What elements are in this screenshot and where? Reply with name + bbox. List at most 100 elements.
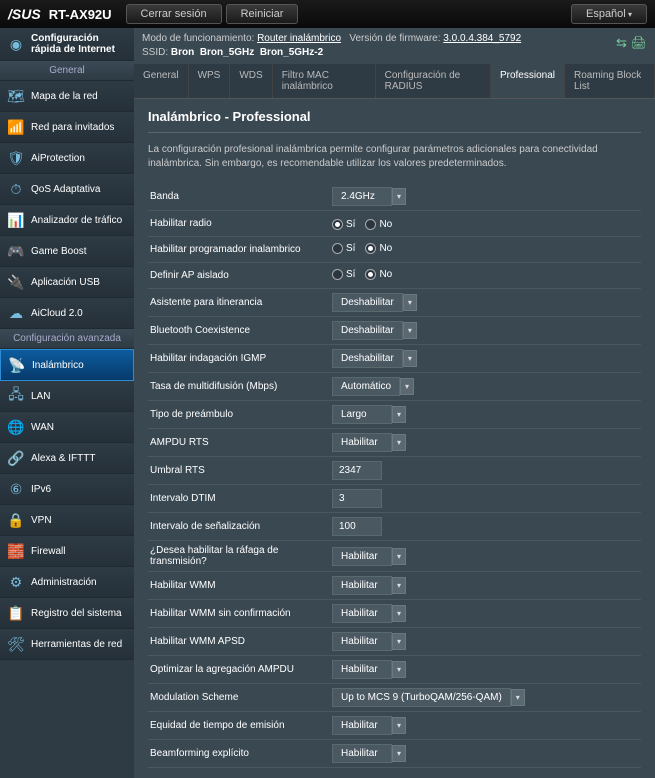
- sidebar-item-label: Mapa de la red: [31, 91, 98, 102]
- form-row: Definir AP aisladoSíNo: [148, 263, 641, 289]
- sidebar-icon: 🖧: [6, 386, 26, 406]
- radio-yes[interactable]: Sí: [332, 219, 355, 230]
- sidebar-item-game-boost[interactable]: 🎮Game Boost: [0, 236, 134, 267]
- field-label: Beamforming explícito: [148, 748, 332, 759]
- form-row: Intervalo DTIM: [148, 485, 641, 513]
- select-habilitar-wmm-apsd[interactable]: Habilitar▾: [332, 632, 406, 651]
- sidebar-item-firewall[interactable]: 🧱Firewall: [0, 536, 134, 567]
- select-equidad-de-tiempo-de-emisi-n[interactable]: Habilitar▾: [332, 716, 406, 735]
- select-bluetooth-coexistence[interactable]: Deshabilitar▾: [332, 321, 417, 340]
- sidebar-item-vpn[interactable]: 🔒VPN: [0, 505, 134, 536]
- sidebar-quick-setup[interactable]: ◉ Configuración rápida de Internet: [0, 28, 134, 61]
- sidebar-item-label: Inalámbrico: [32, 360, 84, 371]
- sidebar-item-herramientas-de-red[interactable]: 🛠Herramientas de red: [0, 629, 134, 660]
- radio-icon: [365, 269, 376, 280]
- form-row: Equidad de tiempo de emisiónHabilitar▾: [148, 712, 641, 740]
- globe-icon: ◉: [6, 34, 26, 54]
- reboot-button[interactable]: Reiniciar: [226, 4, 299, 24]
- radio-no[interactable]: No: [365, 243, 392, 254]
- tab-general[interactable]: General: [134, 64, 189, 98]
- tab-configuración-de-radius[interactable]: Configuración de RADIUS: [376, 64, 491, 98]
- sidebar-icon: ⑥: [6, 479, 26, 499]
- select-modulation-scheme[interactable]: Up to MCS 9 (TurboQAM/256-QAM)▾: [332, 688, 525, 707]
- tab-wps[interactable]: WPS: [189, 64, 231, 98]
- sidebar-item-aiprotection[interactable]: 🛡AiProtection: [0, 143, 134, 174]
- select--desea-habilitar-la-r-faga-de-transmisi-n-[interactable]: Habilitar▾: [332, 547, 406, 566]
- select-optimizar-la-agregaci-n-ampdu[interactable]: Habilitar▾: [332, 660, 406, 679]
- radio-yes[interactable]: Sí: [332, 269, 355, 280]
- select-ampdu-rts[interactable]: Habilitar▾: [332, 433, 406, 452]
- topbar: /SUS RT-AX92U Cerrar sesión Reiniciar Es…: [0, 0, 655, 28]
- chevron-down-icon: ▾: [392, 406, 406, 423]
- sidebar-item-red-para-invitados[interactable]: 📶Red para invitados: [0, 112, 134, 143]
- sidebar-item-wan[interactable]: 🌐WAN: [0, 412, 134, 443]
- sidebar-item-aicloud-2.0[interactable]: ☁AiCloud 2.0: [0, 298, 134, 329]
- ssid-2: Bron_5GHz: [200, 47, 254, 58]
- form-row: Umbral RTS: [148, 457, 641, 485]
- radio-icon: [365, 243, 376, 254]
- chevron-down-icon: ▾: [392, 661, 406, 678]
- sidebar-item-lan[interactable]: 🖧LAN: [0, 381, 134, 412]
- sidebar-item-mapa-de-la-red[interactable]: 🗺Mapa de la red: [0, 81, 134, 112]
- sidebar: ◉ Configuración rápida de Internet Gener…: [0, 28, 134, 778]
- chevron-down-icon: ▾: [392, 548, 406, 565]
- text-input-intervalo-de-se-alizaci-n[interactable]: [332, 517, 382, 536]
- select-value: Habilitar: [332, 547, 392, 566]
- field-label: AMPDU RTS: [148, 437, 332, 448]
- mode-label: Modo de funcionamiento:: [142, 33, 254, 44]
- sidebar-icon: ⏱: [6, 179, 26, 199]
- tab-roaming-block-list[interactable]: Roaming Block List: [565, 64, 655, 98]
- language-button[interactable]: Español: [571, 4, 647, 24]
- select-tasa-de-multidifusi-n-mbps-[interactable]: Automático▾: [332, 377, 414, 396]
- sidebar-item-alexa-&-ifttt[interactable]: 🔗Alexa & IFTTT: [0, 443, 134, 474]
- sidebar-item-registro-del-sistema[interactable]: 📋Registro del sistema: [0, 598, 134, 629]
- sidebar-header-advanced: Configuración avanzada: [0, 329, 134, 349]
- select-habilitar-indagaci-n-igmp[interactable]: Deshabilitar▾: [332, 349, 417, 368]
- model-name: RT-AX92U: [49, 7, 112, 22]
- radio-no[interactable]: No: [365, 269, 392, 280]
- tab-filtro-mac-inalámbrico[interactable]: Filtro MAC inalámbrico: [273, 64, 376, 98]
- tab-professional[interactable]: Professional: [491, 64, 565, 98]
- form-row: Habilitar programador inalambricoSíNo: [148, 237, 641, 263]
- radio-icon: [332, 243, 343, 254]
- sidebar-item-label: AiProtection: [31, 153, 85, 164]
- sidebar-icon: 🌐: [6, 417, 26, 437]
- radio-icon: [365, 219, 376, 230]
- select-asistente-para-itinerancia[interactable]: Deshabilitar▾: [332, 293, 417, 312]
- radio-no[interactable]: No: [365, 219, 392, 230]
- field-label: Modulation Scheme: [148, 692, 332, 703]
- sidebar-item-analizador-de-tráfico[interactable]: 📊Analizador de tráfico: [0, 205, 134, 236]
- sidebar-icon: ⚙: [6, 572, 26, 592]
- field-label: Habilitar WMM APSD: [148, 636, 332, 647]
- radio-yes[interactable]: Sí: [332, 243, 355, 254]
- field-label: Asistente para itinerancia: [148, 297, 332, 308]
- select-value: Habilitar: [332, 576, 392, 595]
- select-value: Deshabilitar: [332, 349, 403, 368]
- text-input-umbral-rts[interactable]: [332, 461, 382, 480]
- select-banda[interactable]: 2.4GHz▾: [332, 187, 406, 206]
- field-label: Intervalo de señalización: [148, 521, 332, 532]
- select-habilitar-wmm-sin-confirmaci-n[interactable]: Habilitar▾: [332, 604, 406, 623]
- tab-wds[interactable]: WDS: [230, 64, 272, 98]
- select-habilitar-wmm[interactable]: Habilitar▾: [332, 576, 406, 595]
- sidebar-item-administración[interactable]: ⚙Administración: [0, 567, 134, 598]
- select-tipo-de-pre-mbulo[interactable]: Largo▾: [332, 405, 406, 424]
- mode-link[interactable]: Router inalámbrico: [257, 33, 341, 44]
- sidebar-icon: 🛠: [6, 634, 26, 654]
- sidebar-item-inalámbrico[interactable]: 📡Inalámbrico: [0, 349, 134, 381]
- field-label: Tasa de multidifusión (Mbps): [148, 381, 332, 392]
- sidebar-item-label: Configuración rápida de Internet: [31, 33, 128, 55]
- fw-link[interactable]: 3.0.0.4.384_5792: [443, 33, 521, 44]
- sidebar-item-aplicación-usb[interactable]: 🔌Aplicación USB: [0, 267, 134, 298]
- text-input-intervalo-dtim[interactable]: [332, 489, 382, 508]
- ssid-1: Bron: [171, 47, 194, 58]
- chevron-down-icon: ▾: [403, 322, 417, 339]
- sidebar-item-qos-adaptativa[interactable]: ⏱QoS Adaptativa: [0, 174, 134, 205]
- select-value: Automático: [332, 377, 400, 396]
- logout-button[interactable]: Cerrar sesión: [126, 4, 222, 24]
- select-beamforming-expl-cito[interactable]: Habilitar▾: [332, 744, 406, 763]
- form-row: Intervalo de señalización: [148, 513, 641, 541]
- form-row: Tasa de multidifusión (Mbps)Automático▾: [148, 373, 641, 401]
- sidebar-item-label: VPN: [31, 515, 52, 526]
- sidebar-item-ipv6[interactable]: ⑥IPv6: [0, 474, 134, 505]
